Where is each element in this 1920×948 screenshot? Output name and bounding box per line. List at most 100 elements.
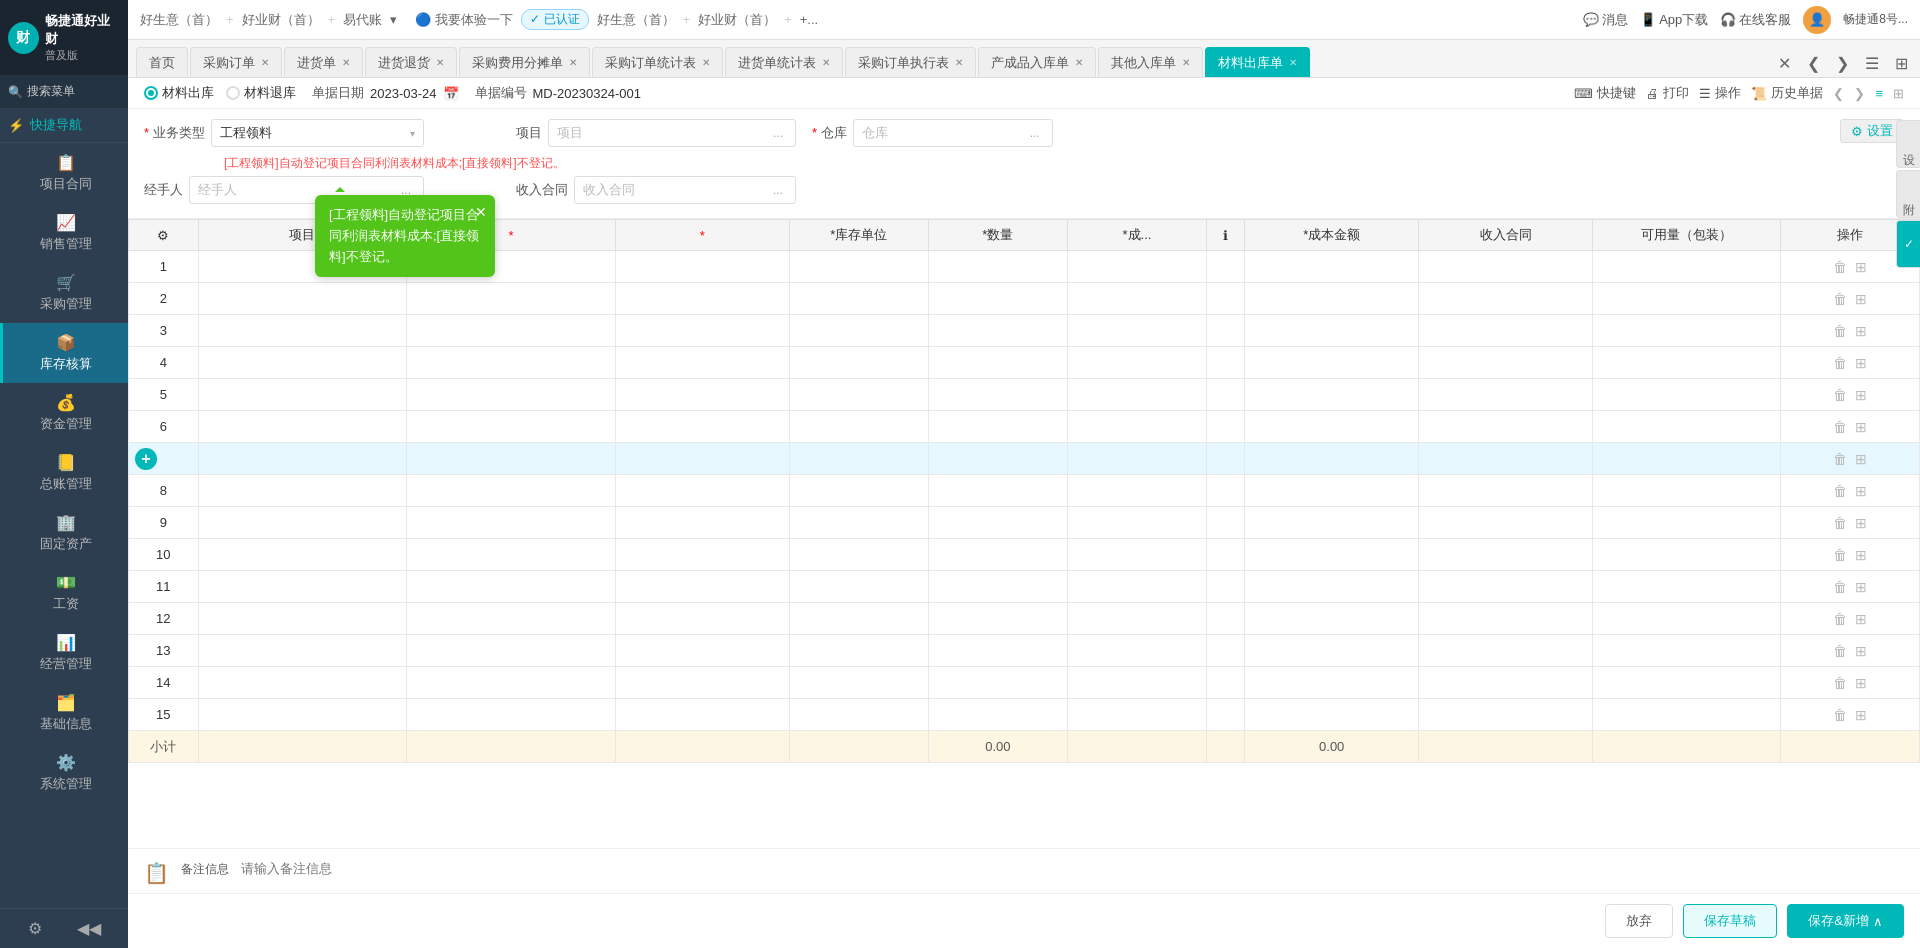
copy-icon[interactable]: ⊞ <box>1855 355 1867 371</box>
tab-product-in-close[interactable]: ✕ <box>1075 57 1083 68</box>
col-header-settings[interactable]: ⚙ <box>129 220 199 251</box>
tab-view-list[interactable]: ☰ <box>1861 50 1883 77</box>
tab-purchase-exec[interactable]: 采购订单执行表 ✕ <box>845 47 976 77</box>
biz-type-input[interactable]: 工程领料 ▾ <box>211 119 424 147</box>
delete-icon[interactable]: 🗑 <box>1833 323 1847 339</box>
copy-icon[interactable]: ⊞ <box>1855 643 1867 659</box>
quick-nav[interactable]: ⚡ 快捷导航 <box>0 108 128 143</box>
topnav-dropdown[interactable]: ▾ <box>390 12 397 27</box>
radio-material-out[interactable]: 材料出库 <box>144 84 214 102</box>
user-name[interactable]: 畅捷通8号... <box>1843 11 1908 28</box>
delete-icon[interactable]: 🗑 <box>1833 483 1847 499</box>
copy-icon[interactable]: ⊞ <box>1855 515 1867 531</box>
delete-icon[interactable]: 🗑 <box>1833 515 1847 531</box>
right-panel-settings[interactable]: 设 <box>1896 120 1920 168</box>
income-contract-ellipsis[interactable]: ... <box>769 183 787 197</box>
delete-icon[interactable]: 🗑 <box>1833 387 1847 403</box>
topnav-ydz[interactable]: 易代账 <box>343 11 382 29</box>
topnav-hyc2[interactable]: 好业财（首） <box>698 11 776 29</box>
history-btn[interactable]: 📜 历史单据 <box>1751 84 1823 102</box>
copy-icon[interactable]: ⊞ <box>1855 707 1867 723</box>
delete-icon[interactable]: 🗑 <box>1833 675 1847 691</box>
tab-other-in[interactable]: 其他入库单 ✕ <box>1098 47 1203 77</box>
row-pack[interactable] <box>1593 251 1781 283</box>
doc-date-value[interactable]: 2023-03-24 <box>370 86 437 101</box>
copy-icon[interactable]: ⊞ <box>1855 323 1867 339</box>
save-draft-button[interactable]: 保存草稿 <box>1683 904 1777 938</box>
row-spec[interactable] <box>615 251 789 283</box>
tab-purchase-order[interactable]: 采购订单 ✕ <box>190 47 282 77</box>
copy-icon[interactable]: ⊞ <box>1855 579 1867 595</box>
right-panel-green[interactable]: ✓ <box>1896 220 1920 268</box>
calendar-icon[interactable]: 📅 <box>443 86 459 101</box>
copy-icon[interactable]: ⊞ <box>1855 611 1867 627</box>
sidebar-item-assets[interactable]: 🏢 固定资产 <box>0 503 128 563</box>
delete-row-icon[interactable]: 🗑 <box>1833 259 1847 275</box>
sidebar-item-payroll[interactable]: 💵 工资 <box>0 563 128 623</box>
tab-goods-return[interactable]: 进货退货 ✕ <box>365 47 457 77</box>
sidebar-item-project[interactable]: 📋 项目合同 <box>0 143 128 203</box>
row-income[interactable] <box>1419 251 1593 283</box>
print-btn[interactable]: 🖨 打印 <box>1646 84 1689 102</box>
tab-purchase-expense[interactable]: 采购费用分摊单 ✕ <box>459 47 590 77</box>
next-doc-icon[interactable]: ❯ <box>1854 86 1865 101</box>
topnav-experience[interactable]: 我要体验一下 <box>435 11 513 29</box>
add-row-button[interactable]: + <box>135 448 157 470</box>
sidebar-item-purchase[interactable]: 🛒 采购管理 <box>0 263 128 323</box>
project-input[interactable]: 项目 ... <box>548 119 796 147</box>
collapse-icon[interactable]: ◀◀ <box>77 919 101 938</box>
copy-row-icon[interactable]: ⊞ <box>1855 259 1867 275</box>
row-cost[interactable] <box>1067 251 1206 283</box>
tab-nav-next[interactable]: ❯ <box>1832 50 1853 77</box>
delete-icon[interactable]: 🗑 <box>1833 547 1847 563</box>
copy-icon[interactable]: ⊞ <box>1855 451 1867 467</box>
list-view-icon[interactable]: ≡ <box>1875 86 1883 101</box>
tab-close-all[interactable]: ✕ <box>1774 50 1795 77</box>
topbar-online-service[interactable]: 🎧 在线客服 <box>1720 11 1791 29</box>
delete-icon[interactable]: 🗑 <box>1833 291 1847 307</box>
sidebar-item-finance[interactable]: 💰 资金管理 <box>0 383 128 443</box>
warehouse-input[interactable]: 仓库 ... <box>853 119 1053 147</box>
sidebar-item-sales[interactable]: 📈 销售管理 <box>0 203 128 263</box>
settings-icon[interactable]: ⚙ <box>28 919 42 938</box>
copy-icon[interactable]: ⊞ <box>1855 419 1867 435</box>
tab-purchase-stats-close[interactable]: ✕ <box>702 57 710 68</box>
sidebar-item-inventory[interactable]: 📦 库存核算 <box>0 323 128 383</box>
delete-icon[interactable]: 🗑 <box>1833 355 1847 371</box>
delete-icon[interactable]: 🗑 <box>1833 419 1847 435</box>
copy-icon[interactable]: ⊞ <box>1855 387 1867 403</box>
tab-view-grid[interactable]: ⊞ <box>1891 50 1912 77</box>
topbar-message[interactable]: 💬 消息 <box>1583 11 1628 29</box>
copy-icon[interactable]: ⊞ <box>1855 675 1867 691</box>
user-avatar[interactable]: 👤 <box>1803 6 1831 34</box>
tab-product-in[interactable]: 产成品入库单 ✕ <box>978 47 1096 77</box>
tab-goods-in-stats-close[interactable]: ✕ <box>822 57 830 68</box>
delete-icon[interactable]: 🗑 <box>1833 579 1847 595</box>
sidebar-search[interactable]: 🔍 搜索菜单 <box>0 75 128 108</box>
project-ellipsis[interactable]: ... <box>769 126 787 140</box>
tab-purchase-expense-close[interactable]: ✕ <box>569 57 577 68</box>
row-cost-amt[interactable] <box>1245 251 1419 283</box>
tab-goods-in-close[interactable]: ✕ <box>342 57 350 68</box>
topnav-hyc[interactable]: 好业财（首） <box>242 11 320 29</box>
tab-purchase-order-close[interactable]: ✕ <box>261 57 269 68</box>
note-input[interactable] <box>241 857 1904 880</box>
topnav-hsy2[interactable]: 好生意（首） <box>597 11 675 29</box>
tooltip-close-icon[interactable]: ✕ <box>475 201 487 223</box>
sidebar-item-basic[interactable]: 🗂️ 基础信息 <box>0 683 128 743</box>
tab-material-out-close[interactable]: ✕ <box>1289 57 1297 68</box>
sidebar-item-operations[interactable]: 📊 经营管理 <box>0 623 128 683</box>
quick-key-btn[interactable]: ⌨ 快捷键 <box>1574 84 1636 102</box>
tab-purchase-exec-close[interactable]: ✕ <box>955 57 963 68</box>
radio-material-return[interactable]: 材料退库 <box>226 84 296 102</box>
tab-goods-in[interactable]: 进货单 ✕ <box>284 47 363 77</box>
sidebar-item-accounting[interactable]: 📒 总账管理 <box>0 443 128 503</box>
copy-icon[interactable]: ⊞ <box>1855 291 1867 307</box>
tab-goods-in-stats[interactable]: 进货单统计表 ✕ <box>725 47 843 77</box>
topnav-hsy[interactable]: 好生意（首） <box>140 11 218 29</box>
copy-icon[interactable]: ⊞ <box>1855 547 1867 563</box>
prev-doc-icon[interactable]: ❮ <box>1833 86 1844 101</box>
settings-btn[interactable]: ⚙ 设置 <box>1840 119 1904 143</box>
tab-home[interactable]: 首页 <box>136 47 188 77</box>
right-panel-attach[interactable]: 附 <box>1896 170 1920 218</box>
